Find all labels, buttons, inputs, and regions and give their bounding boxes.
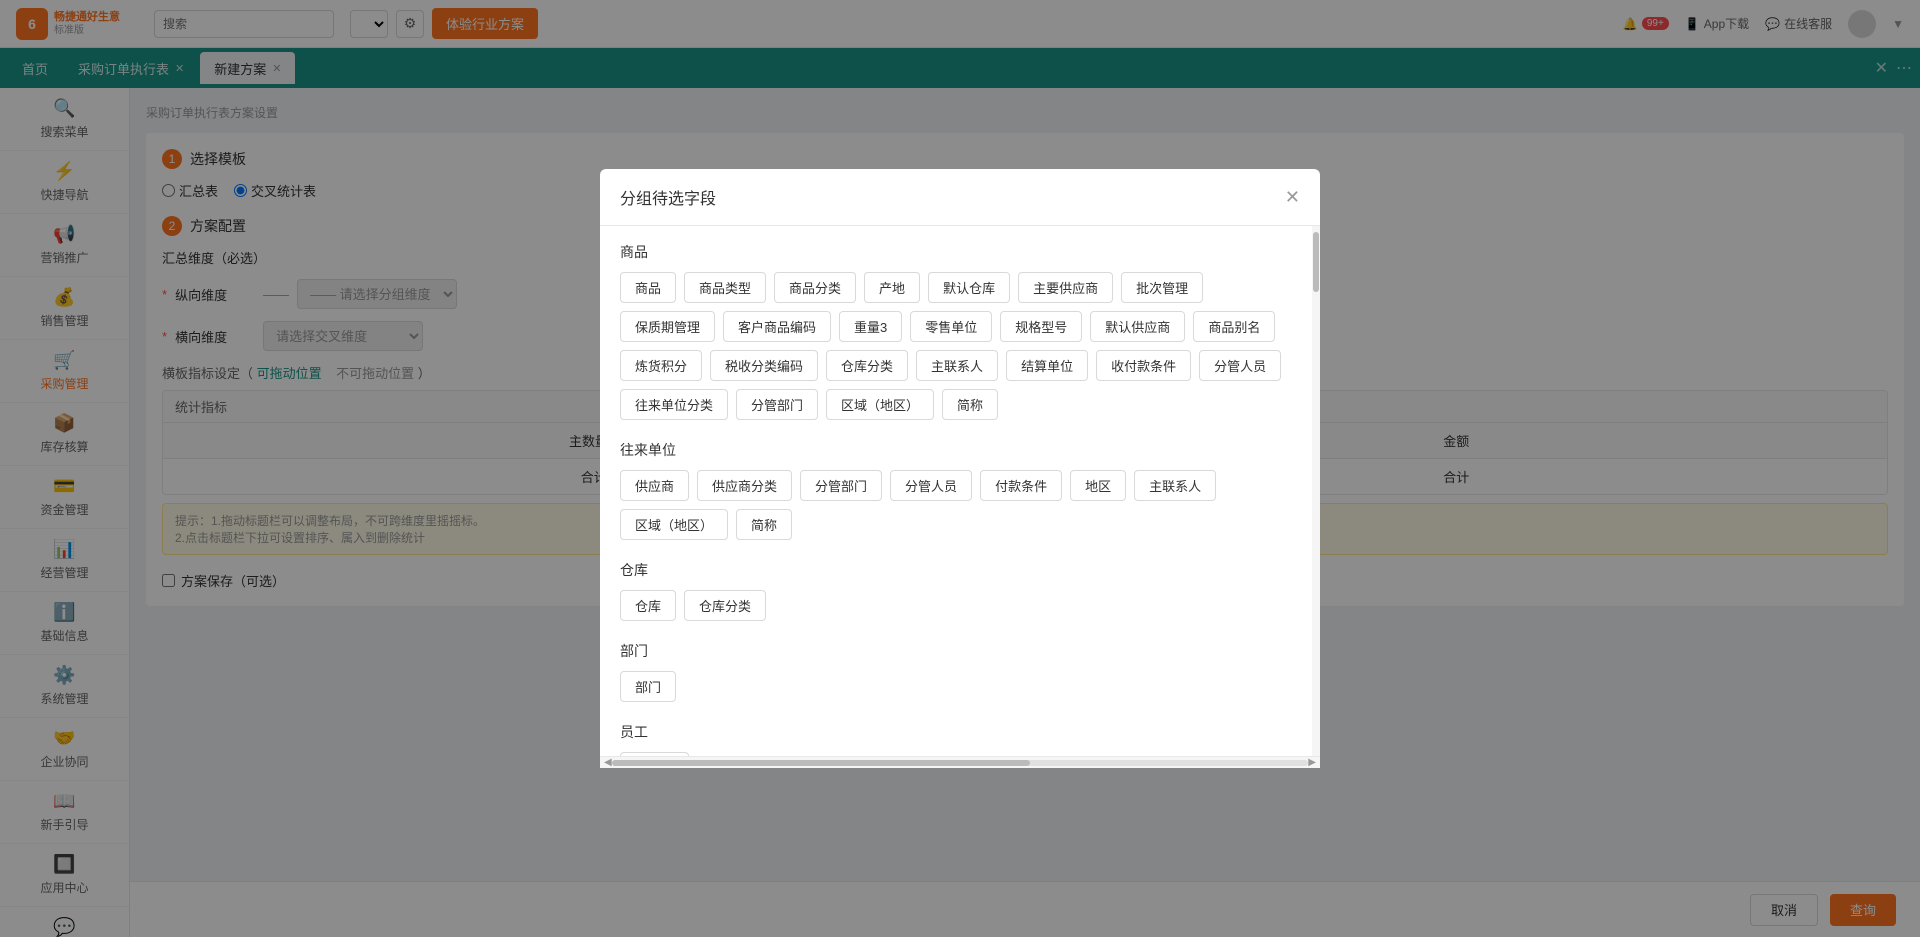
chip-payment-terms[interactable]: 收付款条件 — [1096, 350, 1191, 381]
chip-manage-dept[interactable]: 分管部门 — [736, 389, 818, 420]
chip-retail-unit[interactable]: 零售单位 — [910, 311, 992, 342]
modal-overlay: 分组待选字段 ✕ 商品 商品 商品类型 商品分类 产地 默认仓库 主要供应商 批… — [0, 0, 1920, 937]
chip-region-partner[interactable]: 地区 — [1070, 470, 1126, 501]
hscroll-thumb — [612, 760, 1030, 766]
chip-dept[interactable]: 部门 — [620, 671, 676, 702]
modal-hscrollbar[interactable]: ◀ ▶ — [600, 756, 1320, 768]
dept-section-title: 部门 — [620, 641, 1292, 661]
chip-default-supplier[interactable]: 默认供应商 — [1090, 311, 1185, 342]
chip-expiry-manage[interactable]: 保质期管理 — [620, 311, 715, 342]
chip-warehouse-category[interactable]: 仓库分类 — [826, 350, 908, 381]
chip-goods-alias[interactable]: 商品别名 — [1193, 311, 1275, 342]
hscroll-track — [612, 760, 1309, 766]
chip-main-contact[interactable]: 主联系人 — [916, 350, 998, 381]
chip-area-partner[interactable]: 区域（地区） — [620, 509, 728, 540]
chip-refine-points[interactable]: 炼货积分 — [620, 350, 702, 381]
chip-partner-dept[interactable]: 分管部门 — [800, 470, 882, 501]
dept-chips: 部门 — [620, 671, 1292, 702]
chip-goods-category[interactable]: 商品分类 — [774, 272, 856, 303]
chip-batch-manage[interactable]: 批次管理 — [1121, 272, 1203, 303]
partner-chips: 供应商 供应商分类 分管部门 分管人员 付款条件 地区 主联系人 区域（地区） … — [620, 470, 1292, 540]
modal-body: 商品 商品 商品类型 商品分类 产地 默认仓库 主要供应商 批次管理 保质期管理… — [600, 226, 1312, 756]
chip-manager[interactable]: 分管人员 — [1199, 350, 1281, 381]
field-section-goods: 商品 商品 商品类型 商品分类 产地 默认仓库 主要供应商 批次管理 保质期管理… — [620, 242, 1292, 420]
modal-body-wrapper: 商品 商品 商品类型 商品分类 产地 默认仓库 主要供应商 批次管理 保质期管理… — [600, 226, 1320, 756]
modal-title: 分组待选字段 — [620, 185, 716, 209]
partner-section-title: 往来单位 — [620, 440, 1292, 460]
chip-short-name-partner[interactable]: 简称 — [736, 509, 792, 540]
chip-supplier-category[interactable]: 供应商分类 — [697, 470, 792, 501]
chip-region-goods[interactable]: 区域（地区） — [826, 389, 934, 420]
chip-short-name-goods[interactable]: 简称 — [942, 389, 998, 420]
field-section-partner: 往来单位 供应商 供应商分类 分管部门 分管人员 付款条件 地区 主联系人 区域… — [620, 440, 1292, 540]
chip-settlement-unit[interactable]: 结算单位 — [1006, 350, 1088, 381]
chip-warehouse-cat[interactable]: 仓库分类 — [684, 590, 766, 621]
hscroll-right-arrow[interactable]: ▶ — [1308, 757, 1316, 768]
chip-goods-type[interactable]: 商品类型 — [684, 272, 766, 303]
chip-weight3[interactable]: 重量3 — [839, 311, 902, 342]
goods-section-title: 商品 — [620, 242, 1292, 262]
field-section-employee: 员工 业务员 — [620, 722, 1292, 756]
chip-supplier[interactable]: 供应商 — [620, 470, 689, 501]
field-section-warehouse: 仓库 仓库 仓库分类 — [620, 560, 1292, 621]
chip-default-warehouse[interactable]: 默认仓库 — [928, 272, 1010, 303]
field-section-dept: 部门 部门 — [620, 641, 1292, 702]
chip-origin[interactable]: 产地 — [864, 272, 920, 303]
modal-header: 分组待选字段 ✕ — [600, 169, 1320, 226]
chip-contact-partner[interactable]: 主联系人 — [1134, 470, 1216, 501]
chip-partner-manager[interactable]: 分管人员 — [890, 470, 972, 501]
chip-tax-code[interactable]: 税收分类编码 — [710, 350, 818, 381]
modal-close-button[interactable]: ✕ — [1285, 187, 1300, 208]
goods-chips: 商品 商品类型 商品分类 产地 默认仓库 主要供应商 批次管理 保质期管理 客户… — [620, 272, 1292, 420]
hscroll-left-arrow[interactable]: ◀ — [604, 757, 612, 768]
modal-vscrollbar[interactable] — [1312, 226, 1320, 756]
warehouse-section-title: 仓库 — [620, 560, 1292, 580]
chip-goods[interactable]: 商品 — [620, 272, 676, 303]
employee-section-title: 员工 — [620, 722, 1292, 742]
chip-payment-condition[interactable]: 付款条件 — [980, 470, 1062, 501]
warehouse-chips: 仓库 仓库分类 — [620, 590, 1292, 621]
chip-spec-model[interactable]: 规格型号 — [1000, 311, 1082, 342]
chip-partner-category[interactable]: 往来单位分类 — [620, 389, 728, 420]
vscroll-thumb — [1313, 232, 1319, 292]
chip-main-supplier[interactable]: 主要供应商 — [1018, 272, 1113, 303]
chip-warehouse[interactable]: 仓库 — [620, 590, 676, 621]
modal: 分组待选字段 ✕ 商品 商品 商品类型 商品分类 产地 默认仓库 主要供应商 批… — [600, 169, 1320, 768]
chip-customer-code[interactable]: 客户商品编码 — [723, 311, 831, 342]
